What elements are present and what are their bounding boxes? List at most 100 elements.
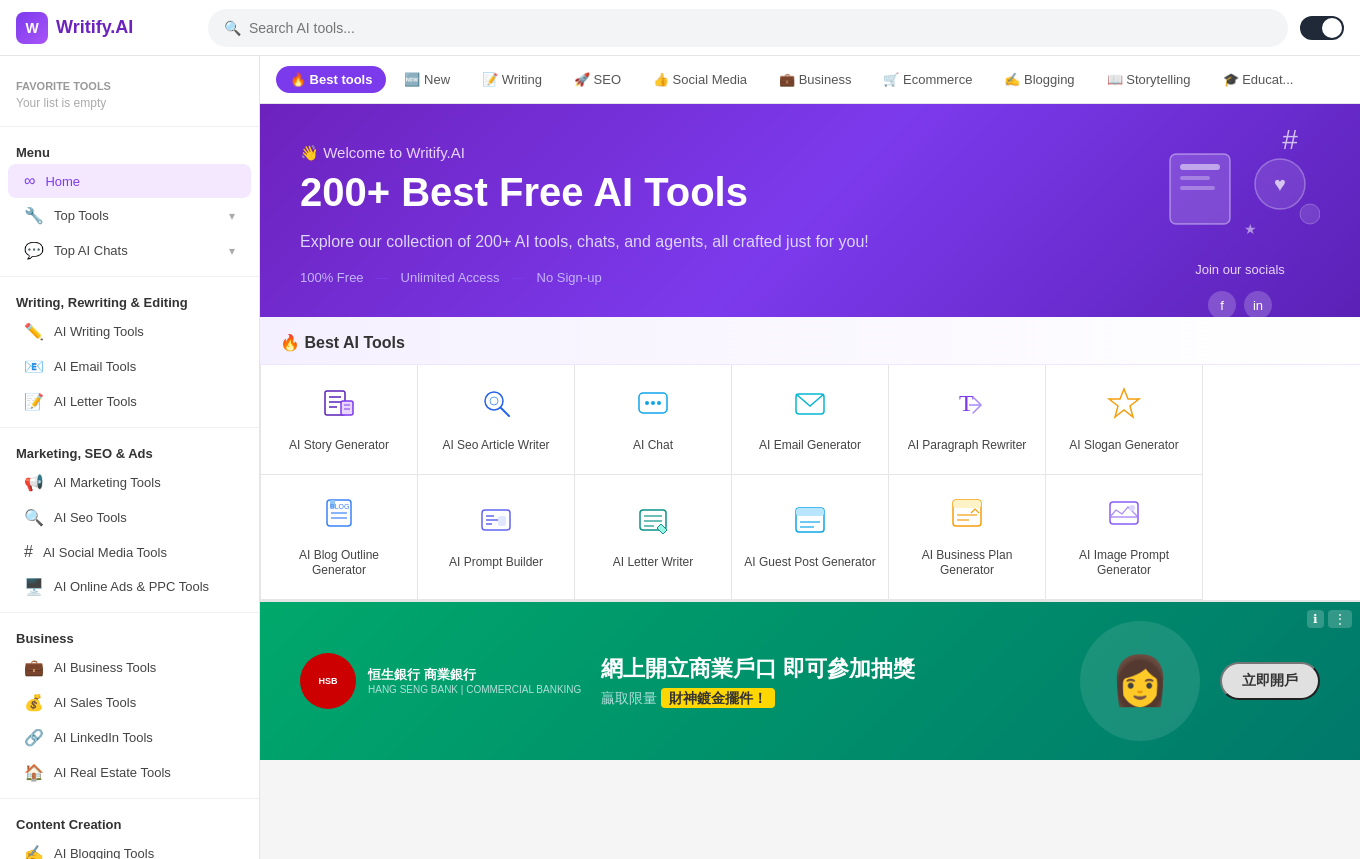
tool-card-ai-prompt-builder[interactable]: AI Prompt Builder xyxy=(418,475,575,600)
tools-grid-row2: BLOG AI Blog Outline Generator AI Prompt… xyxy=(260,475,1360,600)
letter-icon: 📝 xyxy=(24,392,44,411)
tool-card-ai-paragraph-rewriter[interactable]: T AI Paragraph Rewriter xyxy=(889,365,1046,475)
tab-blogging-label: ✍️ Blogging xyxy=(1004,72,1074,87)
tab-new[interactable]: 🆕 New xyxy=(390,66,464,93)
ads-icon: 🖥️ xyxy=(24,577,44,596)
tool-label-ai-business-plan-generator: AI Business Plan Generator xyxy=(899,548,1035,579)
tools-grid-row1: AI Story Generator AI Seo Article Writer… xyxy=(260,365,1360,475)
sidebar-item-ai-sales-tools[interactable]: 💰 AI Sales Tools xyxy=(8,685,251,720)
sidebar-item-top-ai-chats[interactable]: 💬 Top AI Chats ▾ xyxy=(8,233,251,268)
theme-toggle-wrap xyxy=(1300,16,1344,40)
tool-label-ai-prompt-builder: AI Prompt Builder xyxy=(449,555,543,571)
tab-writing[interactable]: 📝 Writing xyxy=(468,66,556,93)
sidebar-divider-3 xyxy=(0,427,259,428)
svg-text:★: ★ xyxy=(1244,221,1257,237)
sidebar-item-top-tools[interactable]: 🔧 Top Tools ▾ xyxy=(8,198,251,233)
home-icon: ∞ xyxy=(24,172,35,190)
tab-blogging[interactable]: ✍️ Blogging xyxy=(990,66,1088,93)
tab-education[interactable]: 🎓 Educat... xyxy=(1209,66,1308,93)
top-tools-icon: 🔧 xyxy=(24,206,44,225)
hero-social-icons: f in xyxy=(1208,291,1272,317)
sidebar-item-ai-business-tools[interactable]: 💼 AI Business Tools xyxy=(8,650,251,685)
sidebar-divider-5 xyxy=(0,798,259,799)
tool-label-ai-image-prompt-generator: AI Image Prompt Generator xyxy=(1056,548,1192,579)
tool-label-ai-guest-post-generator: AI Guest Post Generator xyxy=(744,555,875,571)
tool-card-ai-blog-outline-generator[interactable]: BLOG AI Blog Outline Generator xyxy=(261,475,418,600)
facebook-icon[interactable]: f xyxy=(1208,291,1236,317)
tab-seo[interactable]: 🚀 SEO xyxy=(560,66,635,93)
sidebar-item-ai-social-media-tools[interactable]: # AI Social Media Tools xyxy=(8,535,251,569)
ai-marketing-tools-label: AI Marketing Tools xyxy=(54,475,235,490)
sidebar-item-ai-writing-tools[interactable]: ✏️ AI Writing Tools xyxy=(8,314,251,349)
hero-banner: 👋 Welcome to Writify.AI 200+ Best Free A… xyxy=(260,104,1360,317)
svg-rect-47 xyxy=(953,500,981,508)
chat-icon xyxy=(635,385,671,428)
writing-icon: ✏️ xyxy=(24,322,44,341)
logo[interactable]: W Writify.AI xyxy=(16,12,196,44)
sidebar-item-ai-marketing-tools[interactable]: 📢 AI Marketing Tools xyxy=(8,465,251,500)
svg-text:BLOG: BLOG xyxy=(330,503,349,510)
search-input[interactable] xyxy=(249,20,1272,36)
sidebar-item-ai-seo-tools[interactable]: 🔍 AI Seo Tools xyxy=(8,500,251,535)
tool-card-ai-business-plan-generator[interactable]: AI Business Plan Generator xyxy=(889,475,1046,600)
theme-toggle[interactable] xyxy=(1300,16,1344,40)
sidebar-item-ai-blogging-tools[interactable]: ✍️ AI Blogging Tools xyxy=(8,836,251,859)
svg-rect-36 xyxy=(498,516,506,526)
search-bar: 🔍 xyxy=(208,9,1288,47)
tool-card-ai-slogan-generator[interactable]: AI Slogan Generator xyxy=(1046,365,1203,475)
tool-label-ai-email-generator: AI Email Generator xyxy=(759,438,861,454)
tool-card-ai-chat[interactable]: AI Chat xyxy=(575,365,732,475)
svg-text:#: # xyxy=(1282,124,1298,155)
paragraph-rewriter-icon: T xyxy=(949,385,985,428)
tool-card-ai-guest-post-generator[interactable]: AI Guest Post Generator xyxy=(732,475,889,600)
logo-text: Writify.AI xyxy=(56,17,133,38)
chevron-down-icon: ▾ xyxy=(229,209,235,223)
linkedin-icon[interactable]: in xyxy=(1244,291,1272,317)
tab-social-media-label: 👍 Social Media xyxy=(653,72,747,87)
main-content: 🔥 Best tools 🆕 New 📝 Writing 🚀 SEO 👍 Soc… xyxy=(260,56,1360,859)
business-plan-icon xyxy=(949,495,985,538)
tool-card-ai-seo-article-writer[interactable]: AI Seo Article Writer xyxy=(418,365,575,475)
ad-options-button[interactable]: ⋮ xyxy=(1328,610,1352,628)
sidebar-item-ai-email-tools[interactable]: 📧 AI Email Tools xyxy=(8,349,251,384)
tools-section: 🔥 Best AI Tools AI Story Generator AI Se… xyxy=(260,317,1360,600)
sidebar-divider-1 xyxy=(0,126,259,127)
tab-ecommerce[interactable]: 🛒 Ecommerce xyxy=(869,66,986,93)
ai-seo-tools-label: AI Seo Tools xyxy=(54,510,235,525)
ad-bank-name: 恒生銀行 商業銀行 HANG SENG BANK | COMMERCIAL BA… xyxy=(368,666,581,695)
ad-info-button[interactable]: ℹ xyxy=(1307,610,1324,628)
tab-social-media[interactable]: 👍 Social Media xyxy=(639,66,761,93)
linkedin-icon: 🔗 xyxy=(24,728,44,747)
tab-business[interactable]: 💼 Business xyxy=(765,66,865,93)
sidebar-item-ai-linkedin-tools[interactable]: 🔗 AI LinkedIn Tools xyxy=(8,720,251,755)
sidebar-item-ai-real-estate-tools[interactable]: 🏠 AI Real Estate Tools xyxy=(8,755,251,790)
ad-highlight: 財神鍍金擺件！ xyxy=(661,688,775,708)
sidebar-item-home[interactable]: ∞ Home xyxy=(8,164,251,198)
tab-storytelling[interactable]: 📖 Storytelling xyxy=(1093,66,1205,93)
svg-text:♥: ♥ xyxy=(1274,173,1286,195)
blog-outline-icon: BLOG xyxy=(321,495,357,538)
tool-card-ai-image-prompt-generator[interactable]: AI Image Prompt Generator xyxy=(1046,475,1203,600)
tool-card-ai-story-generator[interactable]: AI Story Generator xyxy=(261,365,418,475)
ad-corner-controls: ℹ ⋮ xyxy=(1307,610,1352,628)
tool-card-ai-letter-writer[interactable]: AI Letter Writer xyxy=(575,475,732,600)
ai-linkedin-tools-label: AI LinkedIn Tools xyxy=(54,730,235,745)
sidebar-divider-4 xyxy=(0,612,259,613)
svg-rect-13 xyxy=(341,401,353,415)
svg-point-8 xyxy=(1300,204,1320,224)
ad-cta-button[interactable]: 立即開戶 xyxy=(1220,662,1320,700)
tool-card-ai-email-generator[interactable]: AI Email Generator xyxy=(732,365,889,475)
blogging-icon: ✍️ xyxy=(24,844,44,859)
sidebar-item-ai-online-ads-tools[interactable]: 🖥️ AI Online Ads & PPC Tools xyxy=(8,569,251,604)
sidebar-item-ai-letter-tools[interactable]: 📝 AI Letter Tools xyxy=(8,384,251,419)
ai-blogging-tools-label: AI Blogging Tools xyxy=(54,846,235,859)
tab-best-tools[interactable]: 🔥 Best tools xyxy=(276,66,386,93)
sidebar: Favorite tools Your list is empty Menu ∞… xyxy=(0,56,260,859)
menu-label: Menu xyxy=(0,135,259,164)
svg-text:T: T xyxy=(959,390,974,416)
story-generator-icon xyxy=(321,385,357,428)
seo-icon: 🔍 xyxy=(24,508,44,527)
content-group-label: Content Creation xyxy=(0,807,259,836)
tab-best-tools-label: 🔥 Best tools xyxy=(290,72,372,87)
svg-line-17 xyxy=(501,408,509,416)
